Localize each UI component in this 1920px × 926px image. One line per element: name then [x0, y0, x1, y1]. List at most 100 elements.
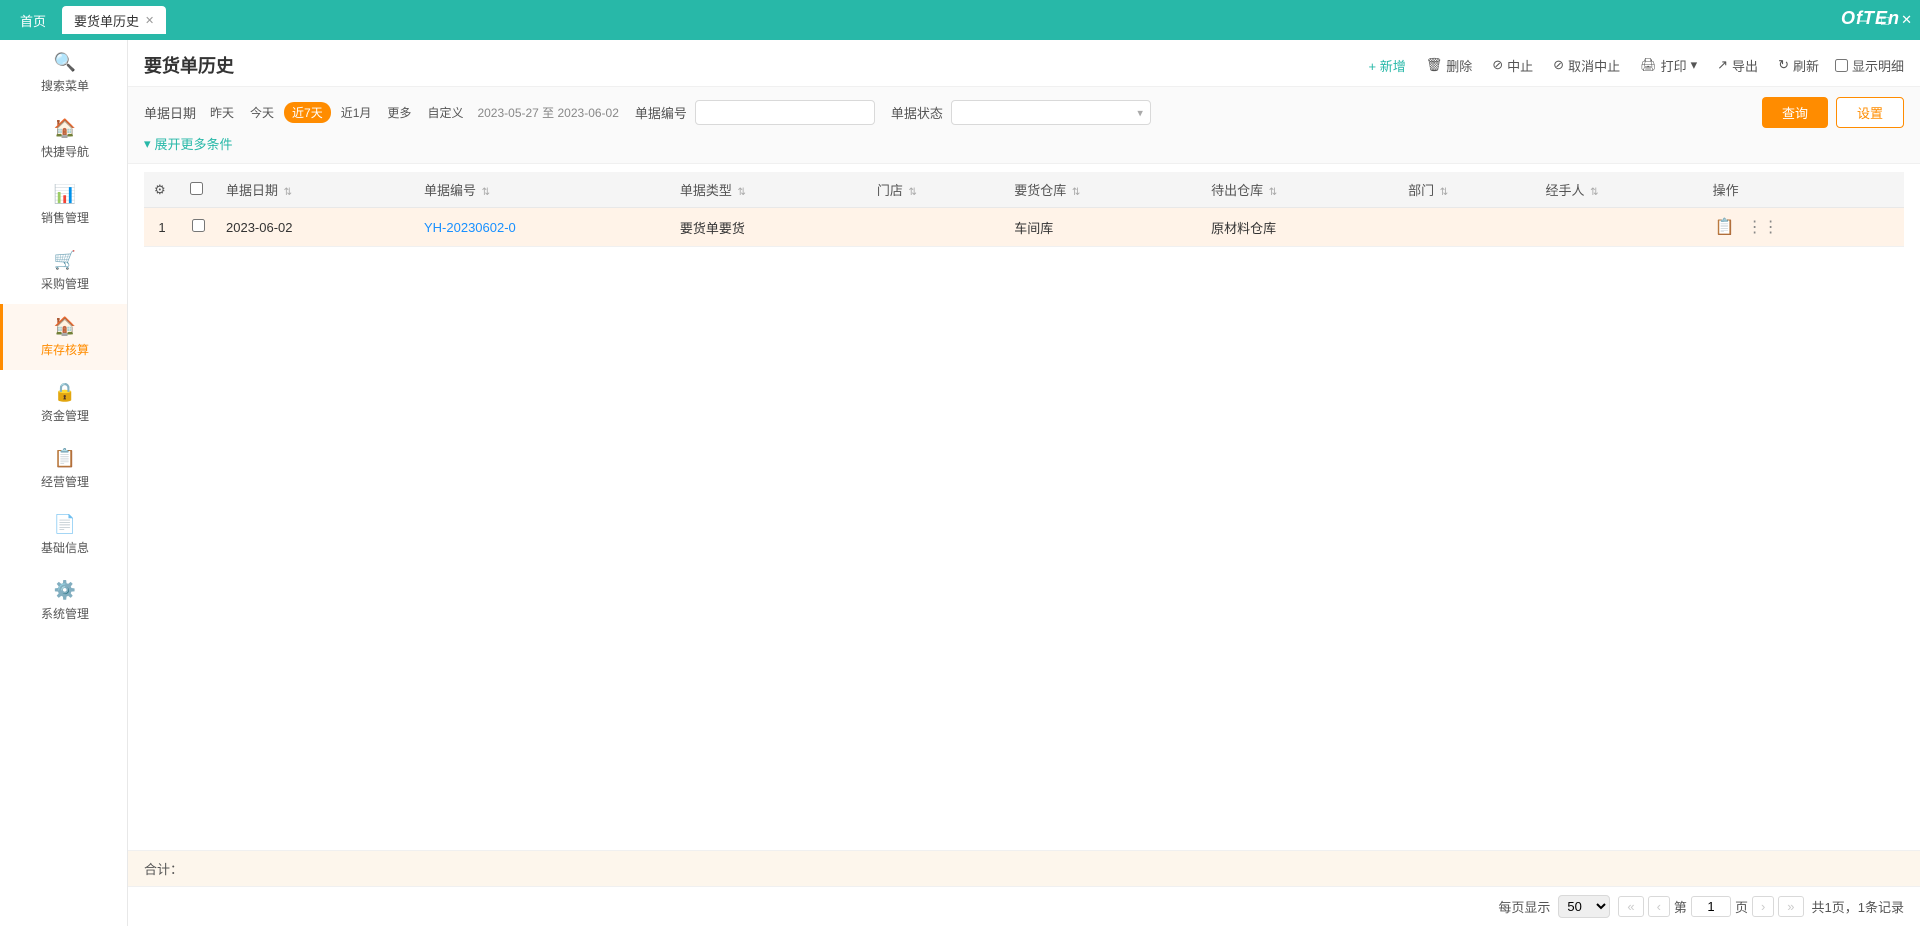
export-label: 导出: [1732, 56, 1758, 75]
filter-bar: 单据日期 昨天 今天 近7天 近1月 更多 自定义 2023-05-27 至 2…: [128, 87, 1920, 164]
row-more-icon[interactable]: ⋮⋮: [1745, 215, 1781, 239]
show-detail-toggle[interactable]: 显示明细: [1835, 56, 1904, 75]
date-shortcuts: 昨天 今天 近7天 近1月 更多 自定义: [204, 102, 469, 123]
expand-label: 展开更多条件: [155, 134, 233, 153]
sort-number-icon[interactable]: ⇅: [482, 187, 490, 198]
filter-status: 单据状态: [891, 100, 1151, 125]
delete-button[interactable]: 🗑 删除: [1422, 54, 1477, 77]
tab-history[interactable]: 要货单历史 ✕: [62, 6, 166, 34]
refresh-icon: ↻: [1778, 57, 1789, 73]
sort-handler-icon[interactable]: ⇅: [1590, 187, 1598, 198]
status-label: 单据状态: [891, 103, 943, 122]
new-button[interactable]: + 新增: [1364, 54, 1409, 77]
print-dropdown-icon: ▾: [1691, 57, 1698, 73]
col-pending-warehouse: 待出仓库 ⇅: [1201, 172, 1398, 208]
page-suffix: 页: [1735, 897, 1748, 916]
sidebar-item-system[interactable]: ⚙️ 系统管理: [0, 568, 127, 634]
cancel-stop-button[interactable]: ⊘ 取消中止: [1549, 54, 1624, 77]
data-table: ⚙ 单据日期 ⇅ 单据编号 ⇅: [144, 172, 1904, 247]
table-row: 1 2023-06-02 YH-20230602-0 要货单要货 车间库 原材料…: [144, 208, 1904, 247]
refresh-button[interactable]: ↻ 刷新: [1774, 54, 1823, 77]
content-area: 要货单历史 + 新增 🗑 删除 ⊘ 中止 ⊘ 取消中止 🖨 打印: [128, 40, 1920, 926]
inventory-icon: 🏠: [54, 316, 76, 337]
sales-icon: 📊: [54, 184, 76, 205]
tab-home[interactable]: 首页: [8, 6, 58, 34]
col-number-label: 单据编号: [424, 183, 476, 198]
col-store: 门店 ⇅: [867, 172, 1004, 208]
sort-type-icon[interactable]: ⇅: [738, 187, 746, 198]
shortcut-today[interactable]: 今天: [244, 102, 280, 123]
col-date-label: 单据日期: [226, 183, 278, 198]
sidebar-item-operations[interactable]: 📋 经营管理: [0, 436, 127, 502]
shortcut-custom[interactable]: 自定义: [421, 102, 469, 123]
row-actions-cell: 📋 ⋮⋮: [1703, 208, 1904, 247]
refresh-label: 刷新: [1793, 56, 1819, 75]
setting-button[interactable]: 设置: [1836, 97, 1904, 128]
col-handler: 经手人 ⇅: [1535, 172, 1702, 208]
shortcut-more[interactable]: 更多: [381, 102, 417, 123]
date-range-display: 2023-05-27 至 2023-06-02: [477, 104, 618, 121]
close-button[interactable]: ✕: [1901, 12, 1912, 28]
sidebar-item-search[interactable]: 🔍 搜索菜单: [0, 40, 127, 106]
sidebar-item-finance[interactable]: 🔒 资金管理: [0, 370, 127, 436]
row-department: [1398, 208, 1535, 247]
row-checkbox[interactable]: [192, 219, 205, 232]
top-bar: 首页 要货单历史 ✕ － □ ✕ OfTEn: [0, 0, 1920, 40]
stop-button[interactable]: ⊘ 中止: [1488, 54, 1537, 77]
sort-pending-icon[interactable]: ⇅: [1269, 187, 1277, 198]
sidebar-item-sales[interactable]: 📊 销售管理: [0, 172, 127, 238]
print-icon: 🖨: [1640, 57, 1657, 73]
print-button[interactable]: 🖨 打印 ▾: [1636, 54, 1701, 77]
sidebar-label-quick-nav: 快捷导航: [41, 143, 89, 160]
shortcut-7days[interactable]: 近7天: [284, 102, 331, 123]
query-button[interactable]: 查询: [1762, 97, 1828, 128]
doc-number-link[interactable]: YH-20230602-0: [424, 220, 516, 235]
sidebar-label-purchase: 采购管理: [41, 275, 89, 292]
prev-page-button[interactable]: ‹: [1648, 896, 1670, 917]
row-date: 2023-06-02: [216, 208, 414, 247]
footer-summary: 合计：: [128, 850, 1920, 886]
col-department-label: 部门: [1408, 183, 1434, 198]
quick-nav-icon: 🏠: [54, 118, 76, 139]
close-tab-icon[interactable]: ✕: [145, 14, 154, 27]
per-page-select[interactable]: 50 10 20 100: [1558, 895, 1610, 918]
toolbar: + 新增 🗑 删除 ⊘ 中止 ⊘ 取消中止 🖨 打印 ▾: [1364, 54, 1904, 77]
table-header: ⚙ 单据日期 ⇅ 单据编号 ⇅: [144, 172, 1904, 208]
col-handler-label: 经手人: [1545, 183, 1584, 198]
row-handler: [1535, 208, 1702, 247]
sidebar-item-inventory[interactable]: 🏠 库存核算: [0, 304, 127, 370]
row-index: 1: [144, 208, 180, 247]
select-all-checkbox[interactable]: [190, 182, 203, 195]
summary-label: 合计：: [144, 859, 183, 878]
sidebar-item-basic-info[interactable]: 📄 基础信息: [0, 502, 127, 568]
first-page-button[interactable]: «: [1618, 896, 1643, 917]
sort-store-icon[interactable]: ⇅: [908, 187, 916, 198]
sidebar-item-purchase[interactable]: 🛒 采购管理: [0, 238, 127, 304]
shortcut-yesterday[interactable]: 昨天: [204, 102, 240, 123]
row-pending-warehouse: 原材料仓库: [1201, 208, 1398, 247]
sort-dept-icon[interactable]: ⇅: [1440, 187, 1448, 198]
finance-icon: 🔒: [54, 382, 76, 403]
export-button[interactable]: ↗ 导出: [1713, 54, 1762, 77]
show-detail-checkbox[interactable]: [1835, 59, 1848, 72]
doc-number-input[interactable]: [695, 100, 875, 125]
page-input[interactable]: [1691, 896, 1731, 917]
sort-req-icon[interactable]: ⇅: [1072, 187, 1080, 198]
shortcut-1month[interactable]: 近1月: [335, 102, 378, 123]
row-edit-icon[interactable]: 📋: [1713, 215, 1737, 239]
settings-icon[interactable]: ⚙: [154, 182, 166, 197]
filter-date: 单据日期 昨天 今天 近7天 近1月 更多 自定义 2023-05-27 至 2…: [144, 102, 619, 123]
status-select[interactable]: [951, 100, 1151, 125]
sidebar-item-quick-nav[interactable]: 🏠 快捷导航: [0, 106, 127, 172]
last-page-button[interactable]: »: [1778, 896, 1803, 917]
sort-date-icon[interactable]: ⇅: [284, 187, 292, 198]
cancel-stop-label: 取消中止: [1568, 56, 1620, 75]
row-number-cell: YH-20230602-0: [414, 208, 670, 247]
col-actions: 操作: [1703, 172, 1904, 208]
tab-history-label: 要货单历史: [74, 11, 139, 30]
filter-row-1: 单据日期 昨天 今天 近7天 近1月 更多 自定义 2023-05-27 至 2…: [144, 97, 1904, 128]
next-page-button[interactable]: ›: [1752, 896, 1774, 917]
date-label: 单据日期: [144, 103, 196, 122]
filter-doc-number: 单据编号: [635, 100, 875, 125]
expand-more-button[interactable]: ▾ 展开更多条件: [144, 134, 1904, 153]
